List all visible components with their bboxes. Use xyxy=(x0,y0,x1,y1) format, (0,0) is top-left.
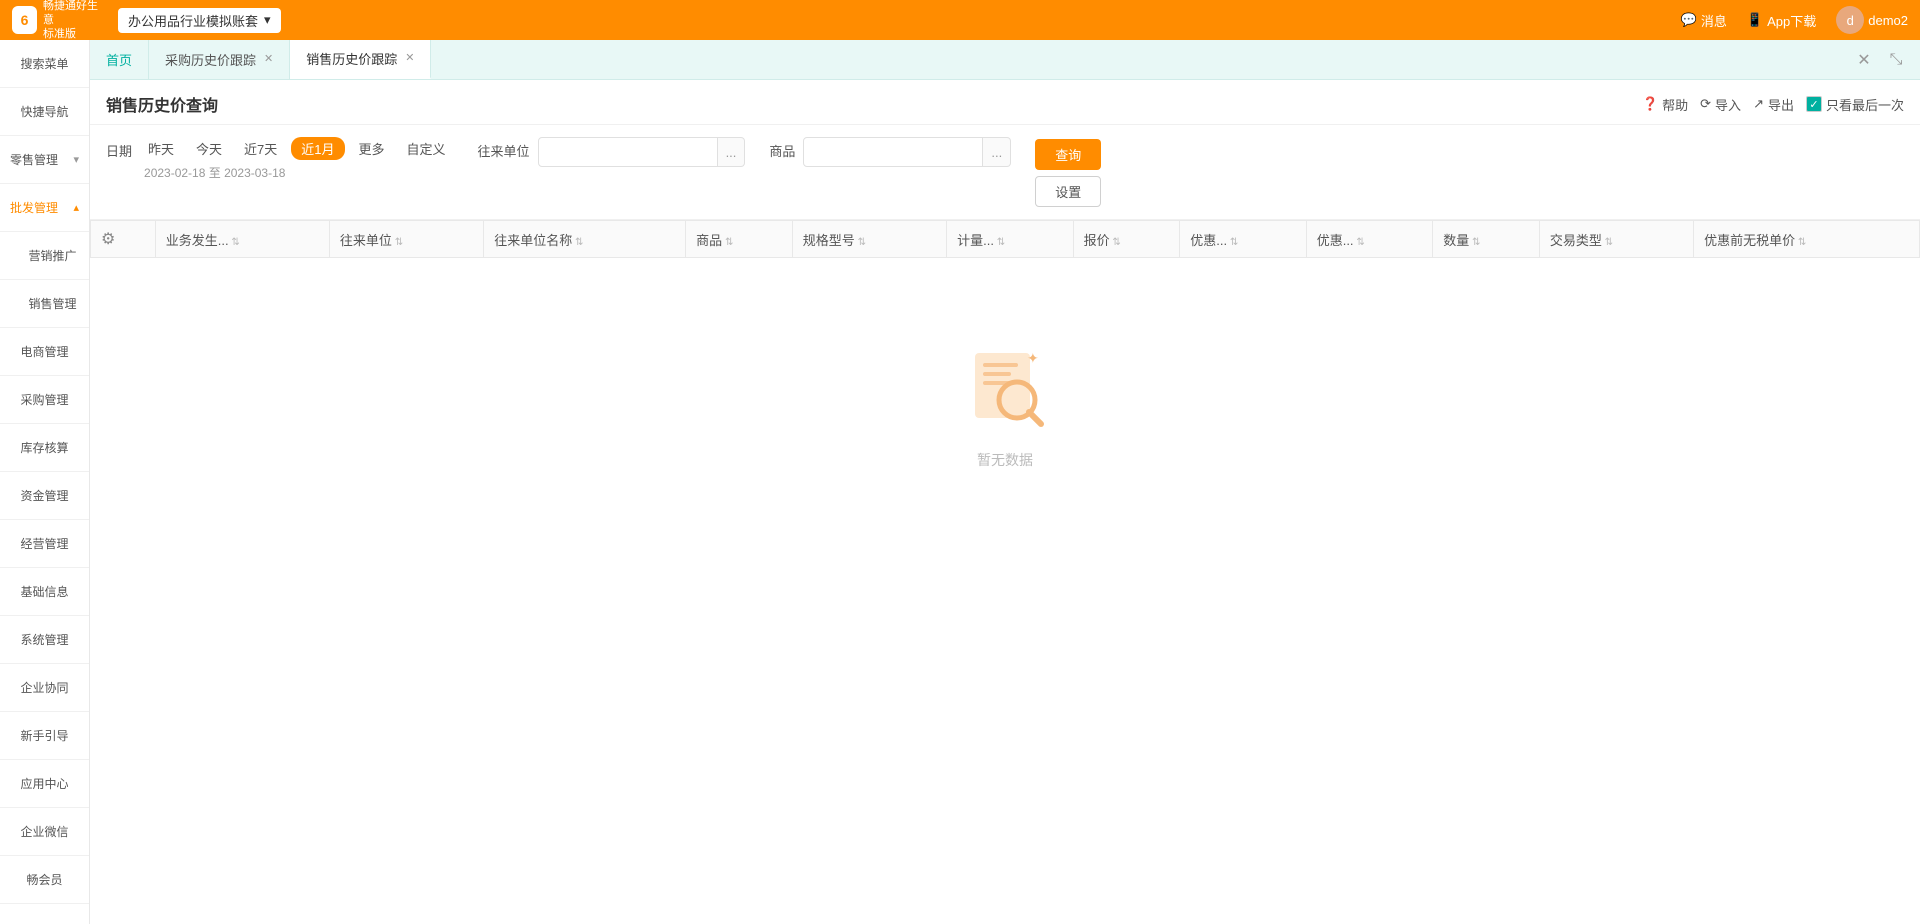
col-spec[interactable]: 规格型号 xyxy=(792,221,946,258)
product-input[interactable] xyxy=(803,137,983,167)
help-button[interactable]: ❓ 帮助 xyxy=(1642,95,1688,114)
col-settings[interactable]: ⚙ xyxy=(91,221,156,258)
product-label: 商品 xyxy=(769,141,795,160)
date-btn-7days[interactable]: 近7天 xyxy=(236,137,285,160)
sidebar-item-membership[interactable]: 畅会员 xyxy=(0,856,89,904)
sidebar-item-app-center[interactable]: 应用中心 xyxy=(0,760,89,808)
col-price[interactable]: 报价 xyxy=(1073,221,1180,258)
query-button[interactable]: 查询 xyxy=(1035,139,1101,170)
import-button[interactable]: ⟳ 导入 xyxy=(1700,95,1741,114)
tab-home[interactable]: 首页 xyxy=(90,40,149,79)
sidebar-item-new-guide[interactable]: 新手引导 xyxy=(0,712,89,760)
date-range-display: 2023-02-18 至 2023-03-18 xyxy=(144,164,454,181)
col-partner-code[interactable]: 往来单位 xyxy=(329,221,483,258)
gear-icon: ⚙ xyxy=(101,231,115,248)
partner-filter-group: 往来单位 ... xyxy=(478,137,746,167)
col-biz-date[interactable]: 业务发生... xyxy=(155,221,329,258)
filter-bar: 日期 昨天 今天 近7天 近1月 更多 自定义 2023-02-18 至 202… xyxy=(90,125,1920,220)
company-selector[interactable]: 办公用品行业模拟账套 ▾ xyxy=(118,8,281,33)
sidebar-item-finance-mgmt[interactable]: 资金管理 xyxy=(0,472,89,520)
chevron-down-icon: ▾ xyxy=(73,153,79,166)
empty-text: 暂无数据 xyxy=(977,450,1033,470)
col-discount2[interactable]: 优惠... xyxy=(1306,221,1432,258)
settings-button[interactable]: 设置 xyxy=(1035,176,1101,207)
tab-close-purchase-history[interactable]: ✕ xyxy=(264,54,273,65)
sidebar-item-system-mgmt[interactable]: 系统管理 xyxy=(0,616,89,664)
page-title: 销售历史价查询 xyxy=(106,92,218,116)
sidebar-item-wholesale-mgmt[interactable]: 批发管理 ▴ xyxy=(0,184,89,232)
date-btn-1month[interactable]: 近1月 xyxy=(291,137,344,160)
empty-illustration: ✦ xyxy=(955,338,1055,438)
sidebar-item-ecommerce-mgmt[interactable]: 电商管理 xyxy=(0,328,89,376)
col-unit[interactable]: 计量... xyxy=(947,221,1073,258)
sidebar-item-purchase-mgmt[interactable]: 采购管理 xyxy=(0,376,89,424)
tab-purchase-history[interactable]: 采购历史价跟踪 ✕ xyxy=(149,40,290,79)
user-menu[interactable]: d demo2 xyxy=(1836,6,1908,34)
app-download-button[interactable]: 📱 App下载 xyxy=(1747,11,1816,30)
tab-sales-history[interactable]: 销售历史价跟踪 ✕ xyxy=(290,40,431,79)
tab-bar: 首页 采购历史价跟踪 ✕ 销售历史价跟踪 ✕ ✕ ⤡ xyxy=(90,40,1920,80)
sidebar-item-quick-nav[interactable]: 快捷导航 xyxy=(0,88,89,136)
message-button[interactable]: 💬 消息 xyxy=(1681,11,1727,30)
chevron-down-icon: ▾ xyxy=(264,12,271,28)
download-icon: 📱 xyxy=(1747,12,1763,28)
date-options: 昨天 今天 近7天 近1月 更多 自定义 2023-02-18 至 2023-0… xyxy=(140,137,454,181)
date-btn-more[interactable]: 更多 xyxy=(351,137,393,160)
import-icon: ⟳ xyxy=(1700,96,1711,112)
logo-text: 畅捷通好生意 标准版 xyxy=(43,0,102,41)
col-tx-type[interactable]: 交易类型 xyxy=(1539,221,1693,258)
message-icon: 💬 xyxy=(1681,12,1697,28)
export-icon: ↗ xyxy=(1753,96,1764,112)
empty-state: ✦ 暂无数据 xyxy=(90,258,1920,550)
only-last-checkbox[interactable]: ✓ 只看最后一次 xyxy=(1806,95,1904,114)
chevron-up-icon: ▴ xyxy=(73,201,79,214)
col-partner-name[interactable]: 往来单位名称 xyxy=(484,221,686,258)
sidebar-item-retail-mgmt[interactable]: 零售管理 ▾ xyxy=(0,136,89,184)
svg-text:✦: ✦ xyxy=(1027,350,1039,366)
sidebar-item-sales-mgmt[interactable]: 销售管理 xyxy=(0,280,89,328)
col-product[interactable]: 商品 xyxy=(686,221,793,258)
sidebar-item-basic-info[interactable]: 基础信息 xyxy=(0,568,89,616)
sidebar-item-enterprise-wechat[interactable]: 企业微信 xyxy=(0,808,89,856)
sidebar: 搜索菜单 快捷导航 零售管理 ▾ 批发管理 ▴ 营销推广 销售管理 电商管理 xyxy=(0,40,90,924)
col-quantity[interactable]: 数量 xyxy=(1433,221,1540,258)
date-filter-group: 日期 昨天 今天 近7天 近1月 更多 自定义 2023-02-18 至 202… xyxy=(106,137,454,181)
data-table: ⚙ 业务发生... 往来单位 往来单位名称 商品 规格型号 计量... 报价 优… xyxy=(90,220,1920,258)
page-header: 销售历史价查询 ❓ 帮助 ⟳ 导入 ↗ 导出 xyxy=(90,80,1920,125)
date-label: 日期 xyxy=(106,141,132,160)
date-btn-custom[interactable]: 自定义 xyxy=(399,137,454,160)
sidebar-item-enterprise-collab[interactable]: 企业协同 xyxy=(0,664,89,712)
app-logo: 6 畅捷通好生意 标准版 xyxy=(12,0,102,41)
close-window-icon[interactable]: ✕ xyxy=(1852,48,1876,72)
sidebar-item-operations-mgmt[interactable]: 经营管理 xyxy=(0,520,89,568)
maximize-icon[interactable]: ⤡ xyxy=(1884,48,1908,72)
col-discount1[interactable]: 优惠... xyxy=(1180,221,1306,258)
date-btn-today[interactable]: 今天 xyxy=(188,137,230,160)
sidebar-item-search-menu[interactable]: 搜索菜单 xyxy=(0,40,89,88)
sidebar-item-marketing[interactable]: 营销推广 xyxy=(0,232,89,280)
partner-picker-button[interactable]: ... xyxy=(718,137,746,167)
product-filter-group: 商品 ... xyxy=(769,137,1011,167)
logo-icon: 6 xyxy=(12,6,37,34)
sidebar-item-inventory[interactable]: 库存核算 xyxy=(0,424,89,472)
partner-input[interactable] xyxy=(538,137,718,167)
product-picker-button[interactable]: ... xyxy=(983,137,1011,167)
avatar: d xyxy=(1836,6,1864,34)
tab-close-sales-history[interactable]: ✕ xyxy=(405,53,414,64)
partner-label: 往来单位 xyxy=(478,141,530,160)
data-table-container: ⚙ 业务发生... 往来单位 往来单位名称 商品 规格型号 计量... 报价 优… xyxy=(90,220,1920,258)
col-pre-tax-price[interactable]: 优惠前无税单价 xyxy=(1694,221,1920,258)
help-icon: ❓ xyxy=(1642,96,1658,112)
page-header-actions: ❓ 帮助 ⟳ 导入 ↗ 导出 ✓ 只看最后一次 xyxy=(1642,95,1904,114)
export-button[interactable]: ↗ 导出 xyxy=(1753,95,1794,114)
date-btn-yesterday[interactable]: 昨天 xyxy=(140,137,182,160)
checkbox-icon: ✓ xyxy=(1806,96,1822,112)
